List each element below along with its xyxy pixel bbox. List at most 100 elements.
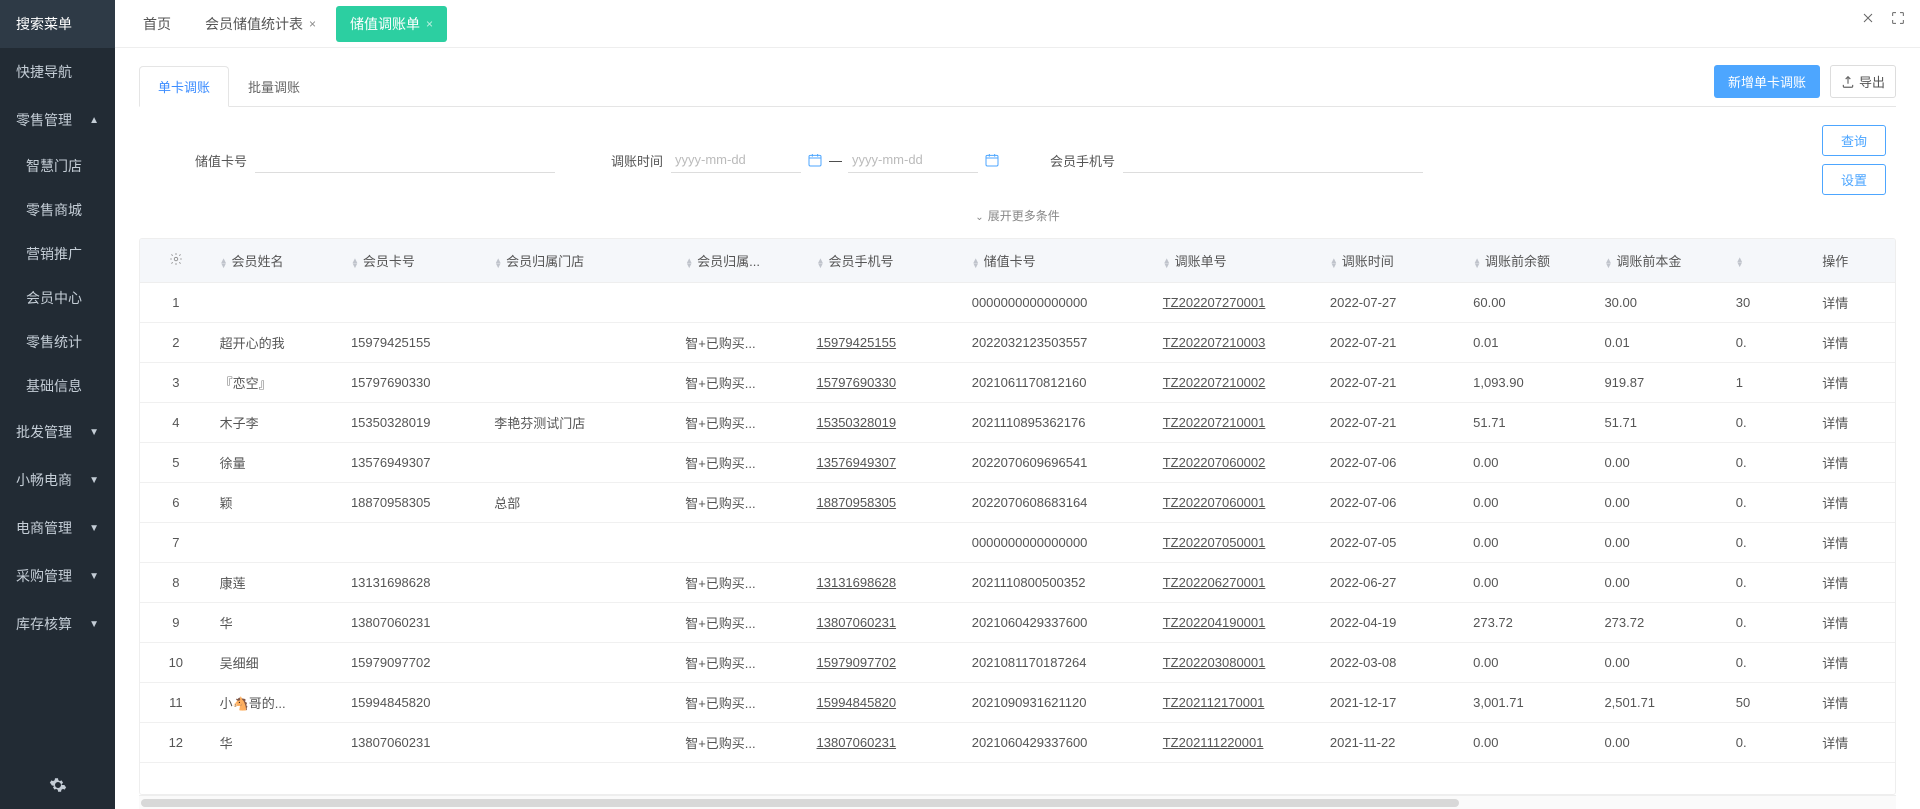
export-button[interactable]: 导出	[1830, 65, 1896, 98]
phone-link[interactable]: 15979425155	[817, 335, 897, 350]
detail-link[interactable]: 详情	[1776, 483, 1896, 523]
subtab-单卡调账[interactable]: 单卡调账	[139, 66, 229, 107]
sidebar-group-批发管理[interactable]: 批发管理▼	[0, 408, 115, 456]
detail-link[interactable]: 详情	[1776, 403, 1896, 443]
sidebar-group-采购管理[interactable]: 采购管理▼	[0, 552, 115, 600]
close-icon[interactable]	[1860, 10, 1876, 26]
detail-link[interactable]: 详情	[1776, 323, 1896, 363]
fullscreen-icon[interactable]	[1890, 10, 1906, 26]
phone-link[interactable]: 15979097702	[817, 655, 897, 670]
settings-button[interactable]: 设置	[1822, 164, 1886, 195]
th-调账前余额[interactable]: ▲▼调账前余额	[1465, 239, 1596, 283]
cell-storeown: 智+已购买...	[677, 483, 808, 523]
th-调账单号[interactable]: ▲▼调账单号	[1155, 239, 1322, 283]
scrollbar-thumb[interactable]	[141, 799, 1459, 807]
main: 首页会员储值统计表×储值调账单× 单卡调账批量调账 新增单卡调账 导出	[115, 0, 1920, 809]
order-link[interactable]: TZ202203080001	[1163, 655, 1266, 670]
sidebar-group-零售管理[interactable]: 零售管理▲	[0, 96, 115, 144]
detail-link[interactable]: 详情	[1776, 683, 1896, 723]
cell-preprin: 0.00	[1596, 643, 1727, 683]
th-调账前本金[interactable]: ▲▼调账前本金	[1596, 239, 1727, 283]
filter-phone-input[interactable]	[1123, 147, 1423, 173]
order-link[interactable]: TZ202206270001	[1163, 575, 1266, 590]
order-link[interactable]: TZ202207050001	[1163, 535, 1266, 550]
order-link[interactable]: TZ202112170001	[1163, 695, 1265, 710]
phone-link[interactable]: 13131698628	[817, 575, 897, 590]
tab-储值调账单[interactable]: 储值调账单×	[336, 6, 447, 42]
sidebar-group-电商管理[interactable]: 电商管理▼	[0, 504, 115, 552]
detail-link[interactable]: 详情	[1776, 643, 1896, 683]
cell-name: 华	[212, 603, 343, 643]
cell-orderno: TZ202207060001	[1155, 483, 1322, 523]
detail-link[interactable]: 详情	[1776, 723, 1896, 763]
order-link[interactable]: TZ202204190001	[1163, 615, 1266, 630]
cell-storeown	[677, 283, 808, 323]
phone-link[interactable]: 15797690330	[817, 375, 897, 390]
th-会员卡号[interactable]: ▲▼会员卡号	[343, 239, 486, 283]
sidebar-sub-智慧门店[interactable]: 智慧门店	[0, 144, 115, 188]
detail-link[interactable]: 详情	[1776, 443, 1896, 483]
calendar-icon[interactable]	[984, 152, 1000, 168]
order-link[interactable]: TZ202207060002	[1163, 455, 1266, 470]
order-link[interactable]: TZ202207210001	[1163, 415, 1266, 430]
phone-link[interactable]: 15994845820	[817, 695, 897, 710]
tab-close-icon[interactable]: ×	[426, 17, 433, 31]
detail-link[interactable]: 详情	[1776, 603, 1896, 643]
tab-首页[interactable]: 首页	[129, 6, 185, 42]
order-link[interactable]: TZ202207210002	[1163, 375, 1266, 390]
filter-date-to[interactable]	[848, 147, 978, 173]
cell-store	[486, 723, 677, 763]
cell-phone: 15797690330	[809, 363, 964, 403]
tab-close-icon[interactable]: ×	[309, 17, 316, 31]
cell-phone	[809, 283, 964, 323]
tab-会员储值统计表[interactable]: 会员储值统计表×	[191, 6, 330, 42]
horizontal-scrollbar[interactable]	[139, 795, 1896, 809]
phone-link[interactable]: 13576949307	[817, 455, 897, 470]
th-会员姓名[interactable]: ▲▼会员姓名	[212, 239, 343, 283]
cell-storeown: 智+已购买...	[677, 563, 808, 603]
th-调账时间[interactable]: ▲▼调账时间	[1322, 239, 1465, 283]
calendar-icon[interactable]	[807, 152, 823, 168]
sidebar-sub-基础信息[interactable]: 基础信息	[0, 364, 115, 408]
add-single-button[interactable]: 新增单卡调账	[1714, 65, 1820, 98]
cell-time: 2022-06-27	[1322, 563, 1465, 603]
subtab-批量调账[interactable]: 批量调账	[229, 66, 319, 106]
sidebar-search-menu[interactable]: 搜索菜单	[0, 0, 115, 48]
sidebar-group-库存核算[interactable]: 库存核算▼	[0, 600, 115, 648]
sidebar-sub-营销推广[interactable]: 营销推广	[0, 232, 115, 276]
detail-link[interactable]: 详情	[1776, 563, 1896, 603]
detail-link[interactable]: 详情	[1776, 363, 1896, 403]
th-extra[interactable]: ▲▼	[1728, 239, 1776, 283]
sidebar-group-小畅电商[interactable]: 小畅电商▼	[0, 456, 115, 504]
caret-down-icon: ▼	[89, 475, 99, 486]
order-link[interactable]: TZ202207270001	[1163, 295, 1266, 310]
sidebar-quick-nav[interactable]: 快捷导航	[0, 48, 115, 96]
detail-link[interactable]: 详情	[1776, 283, 1896, 323]
table-row: 2超开心的我15979425155智+已购买...159794251552022…	[140, 323, 1895, 363]
filter-cardno-input[interactable]	[255, 147, 555, 173]
detail-link[interactable]: 详情	[1776, 523, 1896, 563]
phone-link[interactable]: 18870958305	[817, 495, 897, 510]
cell-storeown: 智+已购买...	[677, 443, 808, 483]
phone-link[interactable]: 13807060231	[817, 735, 897, 750]
query-button[interactable]: 查询	[1822, 125, 1886, 156]
phone-link[interactable]: 15350328019	[817, 415, 897, 430]
order-link[interactable]: TZ202111220001	[1163, 735, 1264, 750]
caret-up-icon: ▲	[89, 115, 99, 126]
phone-link[interactable]: 13807060231	[817, 615, 897, 630]
cell-prebal: 51.71	[1465, 403, 1596, 443]
th-gear[interactable]	[140, 239, 212, 283]
th-储值卡号[interactable]: ▲▼储值卡号	[964, 239, 1155, 283]
filter-date-from[interactable]	[671, 147, 801, 173]
sidebar-settings[interactable]	[0, 764, 115, 809]
th-会员手机号[interactable]: ▲▼会员手机号	[809, 239, 964, 283]
order-link[interactable]: TZ202207210003	[1163, 335, 1266, 350]
th-会员归属门店[interactable]: ▲▼会员归属门店	[486, 239, 677, 283]
sidebar-sub-零售统计[interactable]: 零售统计	[0, 320, 115, 364]
expand-more-filters[interactable]: ⌄展开更多条件	[139, 201, 1896, 238]
th-会员归属...[interactable]: ▲▼会员归属...	[677, 239, 808, 283]
cell-preprin: 30.00	[1596, 283, 1727, 323]
order-link[interactable]: TZ202207060001	[1163, 495, 1266, 510]
sidebar-sub-会员中心[interactable]: 会员中心	[0, 276, 115, 320]
sidebar-sub-零售商城[interactable]: 零售商城	[0, 188, 115, 232]
